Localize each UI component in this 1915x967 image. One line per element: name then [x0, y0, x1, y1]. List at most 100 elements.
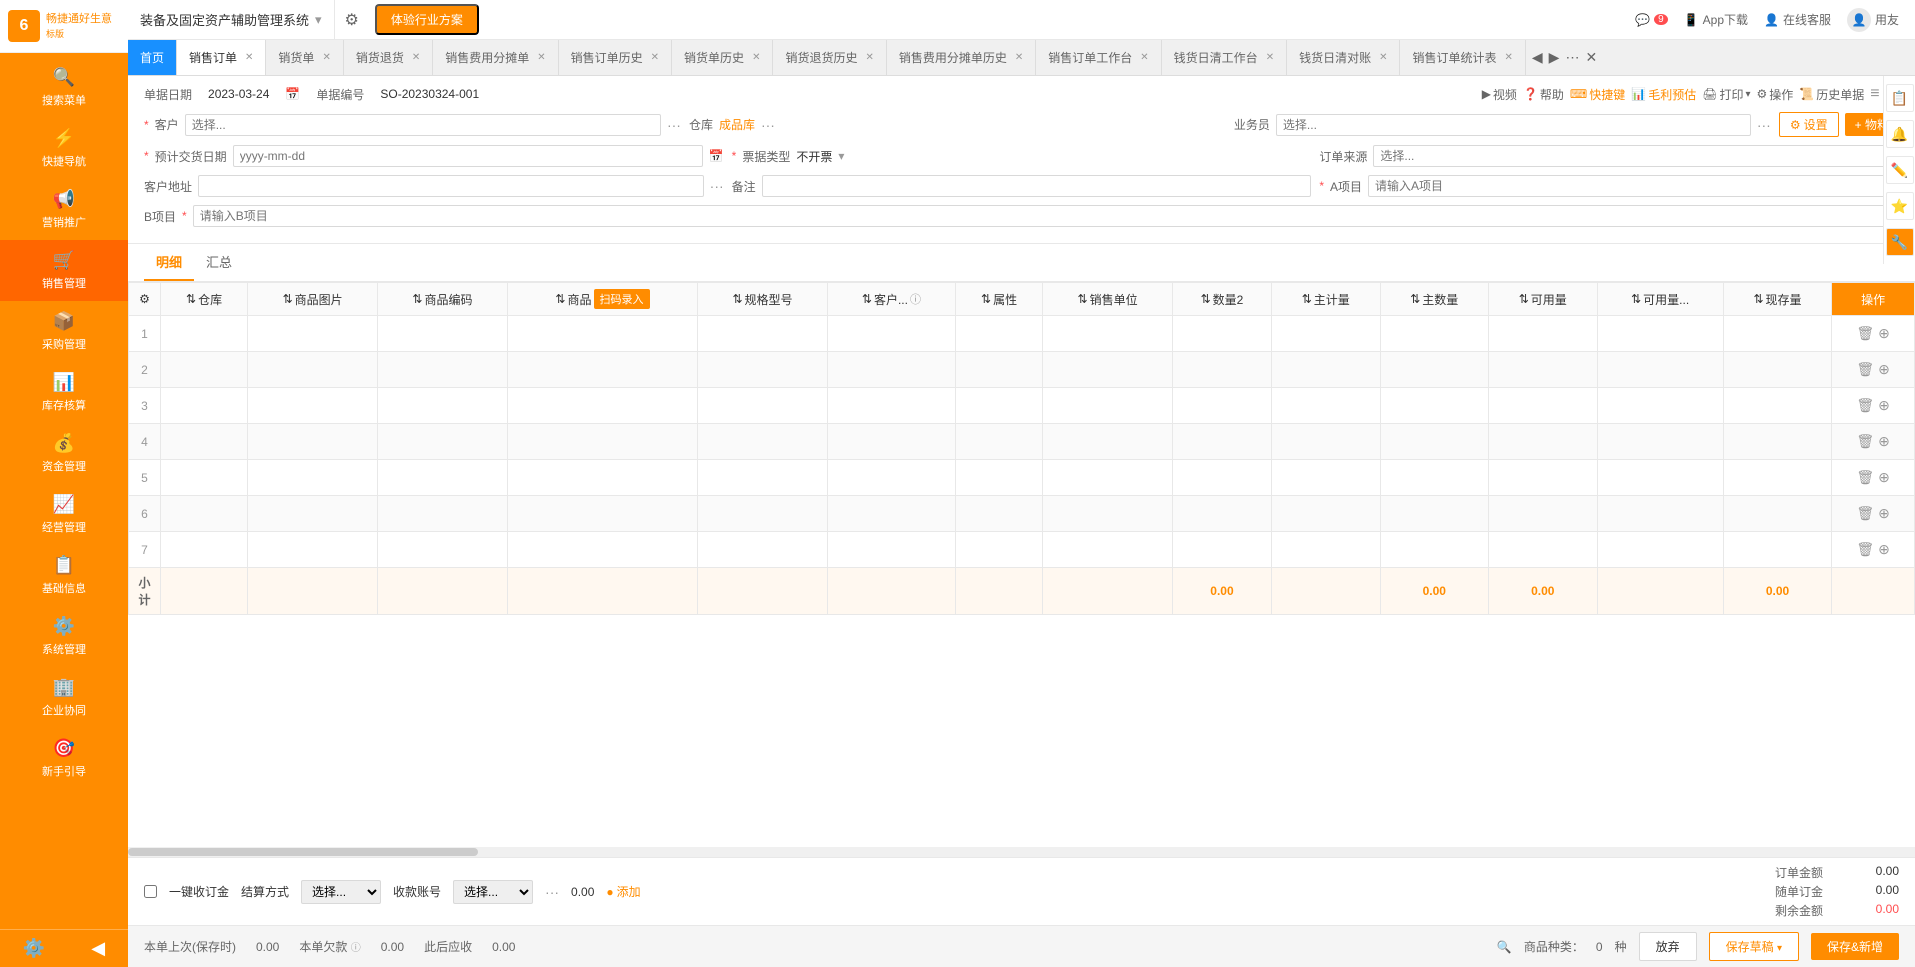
row-spec[interactable]	[698, 352, 828, 388]
tab-more-arrow[interactable]: ⋯	[1563, 47, 1581, 68]
row-available2[interactable]	[1597, 460, 1723, 496]
row-spec[interactable]	[698, 532, 828, 568]
row-customer-code[interactable]	[827, 460, 955, 496]
row-product-code[interactable]	[378, 460, 508, 496]
tab-close-all[interactable]: ✕	[1583, 47, 1599, 68]
row-main-qty[interactable]	[1380, 316, 1489, 352]
shortcut-action[interactable]: ⌨ 快捷键	[1570, 86, 1625, 103]
row-available[interactable]	[1489, 316, 1598, 352]
tab-return-history[interactable]: 销货单历史 ✕	[672, 40, 773, 75]
row-main-unit[interactable]	[1272, 316, 1381, 352]
order-source-input[interactable]	[1373, 145, 1899, 167]
row-sales-unit[interactable]	[1043, 424, 1173, 460]
row-product-image[interactable]	[248, 532, 378, 568]
row-qty2[interactable]	[1172, 352, 1271, 388]
warehouse-col-header[interactable]: ⇅仓库	[161, 283, 248, 316]
solution-button[interactable]: 体验行业方案	[375, 4, 479, 35]
add-payment-btn[interactable]: ● 添加	[606, 883, 640, 900]
tab-close-icon[interactable]: ✕	[322, 52, 330, 63]
row-attribute[interactable]	[955, 352, 1042, 388]
tab-close-icon[interactable]: ✕	[1015, 52, 1023, 63]
tab-sales-stat[interactable]: 销售订单统计表 ✕	[1400, 40, 1525, 75]
sidebar-collapse-btn[interactable]: ◀	[91, 938, 105, 959]
row-attribute[interactable]	[955, 532, 1042, 568]
row-warehouse[interactable]	[161, 460, 248, 496]
row-qty2[interactable]	[1172, 532, 1271, 568]
tab-close-icon[interactable]: ✕	[1266, 52, 1274, 63]
main-unit-col-header[interactable]: ⇅主计量	[1272, 283, 1381, 316]
sidebar-item-enterprise[interactable]: 🏢 企业协同	[0, 667, 128, 728]
notification-item[interactable]: 💬 9	[1635, 13, 1668, 27]
row-warehouse[interactable]	[161, 532, 248, 568]
invoice-dropdown-icon[interactable]: ▾	[838, 149, 844, 163]
project-a-input[interactable]	[1368, 175, 1899, 197]
tab-cash-workbench[interactable]: 钱货日清工作台 ✕	[1162, 40, 1287, 75]
row-delete-icon[interactable]: 🗑	[1856, 505, 1874, 522]
row-product[interactable]	[507, 532, 697, 568]
tab-close-icon[interactable]: ✕	[752, 52, 760, 63]
row-delete-icon[interactable]: 🗑	[1856, 361, 1874, 378]
available2-col-header[interactable]: ⇅可用量...	[1597, 283, 1723, 316]
account-more-btn[interactable]: ···	[545, 884, 559, 900]
row-sales-unit[interactable]	[1043, 388, 1173, 424]
warehouse-more-btn[interactable]: ···	[761, 117, 775, 133]
delivery-date-input[interactable]	[233, 145, 703, 167]
tab-order-workbench[interactable]: 销售订单工作台 ✕	[1036, 40, 1161, 75]
tab-order-history[interactable]: 销售订单历史 ✕	[559, 40, 672, 75]
row-available2[interactable]	[1597, 316, 1723, 352]
row-stock[interactable]	[1723, 460, 1832, 496]
tab-close-icon[interactable]: ✕	[537, 52, 545, 63]
staff-more-btn[interactable]: ···	[1757, 117, 1771, 133]
scroll-thumb[interactable]	[128, 848, 478, 856]
tab-close-icon[interactable]: ✕	[1505, 52, 1513, 63]
row-product-code[interactable]	[378, 424, 508, 460]
app-download-item[interactable]: 📱 App下载	[1684, 11, 1748, 28]
tab-close-icon[interactable]: ✕	[1379, 52, 1387, 63]
discard-button[interactable]: 放弃	[1639, 932, 1697, 961]
account-select[interactable]: 选择...	[453, 880, 533, 904]
tab-sales-order[interactable]: 销售订单 ✕	[177, 40, 266, 75]
row-product-code[interactable]	[378, 532, 508, 568]
row-spec[interactable]	[698, 316, 828, 352]
row-copy-icon[interactable]: ⊕	[1878, 541, 1890, 558]
row-product-code[interactable]	[378, 352, 508, 388]
row-copy-icon[interactable]: ⊕	[1878, 433, 1890, 450]
row-spec[interactable]	[698, 496, 828, 532]
row-attribute[interactable]	[955, 424, 1042, 460]
note-input[interactable]	[762, 175, 1312, 197]
row-stock[interactable]	[1723, 388, 1832, 424]
row-customer-code[interactable]	[827, 532, 955, 568]
row-delete-icon[interactable]: 🗑	[1856, 433, 1874, 450]
sidebar-item-guide[interactable]: 🎯 新手引导	[0, 728, 128, 789]
sidebar-item-search[interactable]: 🔍 搜索菜单	[0, 57, 128, 118]
tab-fee-history[interactable]: 销售费用分摊单历史 ✕	[887, 40, 1036, 75]
qty2-col-header[interactable]: ⇅数量2	[1172, 283, 1271, 316]
row-main-qty[interactable]	[1380, 424, 1489, 460]
row-main-unit[interactable]	[1272, 388, 1381, 424]
right-panel-btn-1[interactable]: 📋	[1886, 84, 1914, 112]
online-service-item[interactable]: 👤 在线客服	[1764, 11, 1831, 28]
list-view-icon[interactable]: ≡	[1870, 85, 1879, 103]
sidebar-item-system[interactable]: ⚙️ 系统管理	[0, 606, 128, 667]
row-warehouse[interactable]	[161, 388, 248, 424]
row-main-qty[interactable]	[1380, 532, 1489, 568]
row-attribute[interactable]	[955, 460, 1042, 496]
row-main-unit[interactable]	[1272, 496, 1381, 532]
row-stock[interactable]	[1723, 316, 1832, 352]
settings-col-header[interactable]: ⚙	[129, 283, 161, 316]
row-available2[interactable]	[1597, 352, 1723, 388]
right-panel-btn-4[interactable]: ⭐	[1886, 192, 1914, 220]
sales-unit-col-header[interactable]: ⇅销售单位	[1043, 283, 1173, 316]
row-stock[interactable]	[1723, 496, 1832, 532]
row-product[interactable]	[507, 496, 697, 532]
right-panel-btn-2[interactable]: 🔔	[1886, 120, 1914, 148]
row-sales-unit[interactable]	[1043, 532, 1173, 568]
row-qty2[interactable]	[1172, 388, 1271, 424]
row-product[interactable]	[507, 388, 697, 424]
row-spec[interactable]	[698, 424, 828, 460]
row-available[interactable]	[1489, 424, 1598, 460]
row-product-code[interactable]	[378, 496, 508, 532]
save-draft-button[interactable]: 保存草稿 ▾	[1709, 932, 1799, 961]
row-available2[interactable]	[1597, 496, 1723, 532]
tab-home[interactable]: 首页	[128, 40, 177, 75]
